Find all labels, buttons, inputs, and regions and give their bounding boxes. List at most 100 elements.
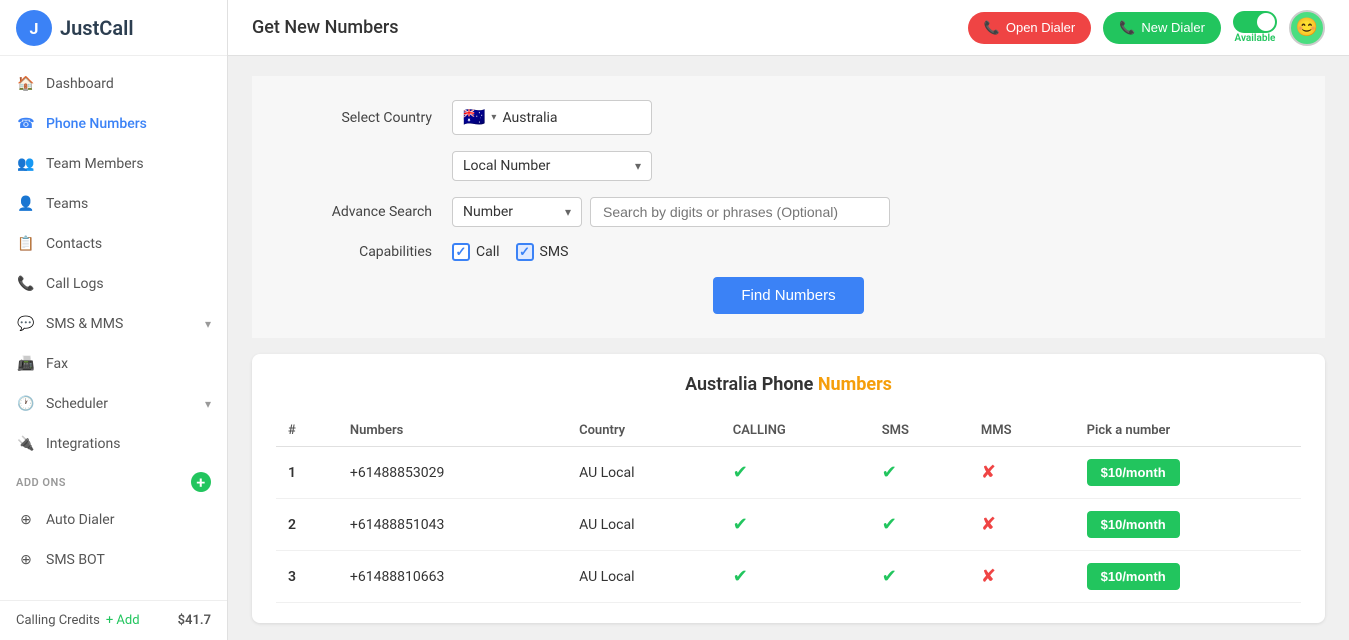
find-button-row: Find Numbers — [292, 277, 1285, 314]
sidebar-label-call-logs: Call Logs — [46, 276, 211, 292]
sidebar-item-phone-numbers[interactable]: ☎ Phone Numbers — [0, 104, 227, 144]
auto-dialer-icon: ⊕ — [16, 510, 36, 530]
cell-pick[interactable]: $10/month — [1075, 499, 1301, 551]
cell-mms: ✘ — [969, 447, 1075, 499]
scheduler-icon: 🕐 — [16, 394, 36, 414]
col-calling: CALLING — [721, 415, 870, 447]
pick-number-button[interactable]: $10/month — [1087, 511, 1180, 538]
country-name: Australia — [502, 110, 641, 126]
call-checkbox[interactable]: ✓ — [452, 243, 470, 261]
call-label: Call — [476, 244, 500, 260]
call-logs-icon: 📞 — [16, 274, 36, 294]
search-type-select[interactable]: Number ▾ — [452, 197, 582, 227]
pick-number-button[interactable]: $10/month — [1087, 459, 1180, 486]
col-mms: MMS — [969, 415, 1075, 447]
main-content: Get New Numbers 📞 Open Dialer 📞 New Dial… — [228, 0, 1349, 640]
search-input[interactable] — [590, 197, 890, 227]
country-controls: 🇦🇺 ▾ Australia — [452, 100, 652, 135]
sidebar-label-teams: Teams — [46, 196, 211, 212]
sidebar-item-dashboard[interactable]: 🏠 Dashboard — [0, 64, 227, 104]
sidebar-label-team-members: Team Members — [46, 156, 211, 172]
sidebar-item-call-logs[interactable]: 📞 Call Logs — [0, 264, 227, 304]
sidebar-item-contacts[interactable]: 📋 Contacts — [0, 224, 227, 264]
sidebar-item-scheduler[interactable]: 🕐 Scheduler ▾ — [0, 384, 227, 424]
contacts-icon: 📋 — [16, 234, 36, 254]
sidebar-item-sms-mms[interactable]: 💬 SMS & MMS ▾ — [0, 304, 227, 344]
cell-country: AU Local — [567, 499, 721, 551]
sidebar-label-dashboard: Dashboard — [46, 76, 211, 92]
number-type-select[interactable]: Local Number ▾ — [452, 151, 652, 181]
cell-number: +61488853029 — [338, 447, 567, 499]
open-dialer-button[interactable]: 📞 Open Dialer — [968, 12, 1092, 44]
phone-handset-icon: 📞 — [984, 20, 1000, 36]
col-hash: # — [276, 415, 338, 447]
sidebar-label-sms-bot: SMS BOT — [46, 552, 211, 568]
cell-calling: ✔ — [721, 551, 870, 603]
open-dialer-label: Open Dialer — [1006, 20, 1075, 35]
sms-icon: 💬 — [16, 314, 36, 334]
sidebar-item-sms-bot[interactable]: ⊕ SMS BOT — [0, 540, 227, 580]
sidebar-nav: 🏠 Dashboard ☎ Phone Numbers 👥 Team Membe… — [0, 56, 227, 600]
table-row: 1 +61488853029 AU Local ✔ ✔ ✘ $10/month — [276, 447, 1301, 499]
advance-search-row: Advance Search Number ▾ — [292, 197, 1285, 227]
avatar[interactable]: 😊 — [1289, 10, 1325, 46]
check-icon-sms: ✔ — [882, 514, 897, 535]
results-title: Australia Phone Numbers — [276, 374, 1301, 395]
chevron-down-icon-2: ▾ — [205, 397, 211, 411]
add-ons-button[interactable]: + — [191, 472, 211, 492]
col-numbers: Numbers — [338, 415, 567, 447]
chevron-down-number-type: ▾ — [635, 159, 641, 173]
check-icon: ✔ — [733, 514, 748, 535]
sidebar-label-phone-numbers: Phone Numbers — [46, 116, 211, 132]
sms-checkbox[interactable]: ✓ — [516, 243, 534, 261]
logo[interactable]: J JustCall — [0, 0, 227, 56]
sidebar: J JustCall 🏠 Dashboard ☎ Phone Numbers 👥… — [0, 0, 228, 640]
sms-bot-icon: ⊕ — [16, 550, 36, 570]
sms-capability[interactable]: ✓ SMS — [516, 243, 569, 261]
check-icon: ✔ — [733, 566, 748, 587]
pick-number-button[interactable]: $10/month — [1087, 563, 1180, 590]
results-table: # Numbers Country CALLING SMS MMS Pick a… — [276, 415, 1301, 603]
cell-pick[interactable]: $10/month — [1075, 447, 1301, 499]
cell-mms: ✘ — [969, 551, 1075, 603]
sidebar-item-auto-dialer[interactable]: ⊕ Auto Dialer — [0, 500, 227, 540]
add-ons-label: ADD ONS — [16, 476, 66, 489]
cross-icon-mms: ✘ — [981, 462, 996, 483]
cell-num: 2 — [276, 499, 338, 551]
team-members-icon: 👥 — [16, 154, 36, 174]
sms-checkmark-icon: ✓ — [519, 245, 530, 260]
add-credit-link[interactable]: + Add — [106, 613, 140, 628]
select-country-label: Select Country — [292, 110, 432, 126]
capabilities-controls: ✓ Call ✓ SMS — [452, 243, 568, 261]
phone-icon: ☎ — [16, 114, 36, 134]
sidebar-item-integrations[interactable]: 🔌 Integrations — [0, 424, 227, 464]
cell-calling: ✔ — [721, 499, 870, 551]
cell-calling: ✔ — [721, 447, 870, 499]
results-phone: Phone — [762, 374, 814, 395]
col-sms: SMS — [870, 415, 969, 447]
available-toggle[interactable]: Available — [1233, 11, 1277, 44]
chevron-down-search: ▾ — [565, 205, 571, 219]
results-country: Australia — [685, 374, 757, 395]
new-dialer-button[interactable]: 📞 New Dialer — [1103, 12, 1221, 44]
logo-text: JustCall — [60, 16, 134, 40]
check-icon-sms: ✔ — [882, 462, 897, 483]
call-capability[interactable]: ✓ Call — [452, 243, 500, 261]
cell-number: +61488851043 — [338, 499, 567, 551]
cell-country: AU Local — [567, 447, 721, 499]
sidebar-label-fax: Fax — [46, 356, 211, 372]
sidebar-item-fax[interactable]: 📠 Fax — [0, 344, 227, 384]
country-select[interactable]: 🇦🇺 ▾ Australia — [452, 100, 652, 135]
chevron-down-flag: ▾ — [491, 112, 496, 123]
sidebar-label-scheduler: Scheduler — [46, 396, 205, 412]
toggle-switch[interactable] — [1233, 11, 1277, 33]
sidebar-item-team-members[interactable]: 👥 Team Members — [0, 144, 227, 184]
find-numbers-button[interactable]: Find Numbers — [713, 277, 863, 314]
search-type-value: Number — [463, 204, 513, 220]
cell-pick[interactable]: $10/month — [1075, 551, 1301, 603]
number-type-row: Local Number ▾ — [452, 151, 1285, 181]
sidebar-item-teams[interactable]: 👤 Teams — [0, 184, 227, 224]
sidebar-footer: Calling Credits + Add $41.7 — [0, 600, 227, 640]
add-ons-header: ADD ONS + — [0, 464, 227, 500]
cross-icon-mms: ✘ — [981, 514, 996, 535]
